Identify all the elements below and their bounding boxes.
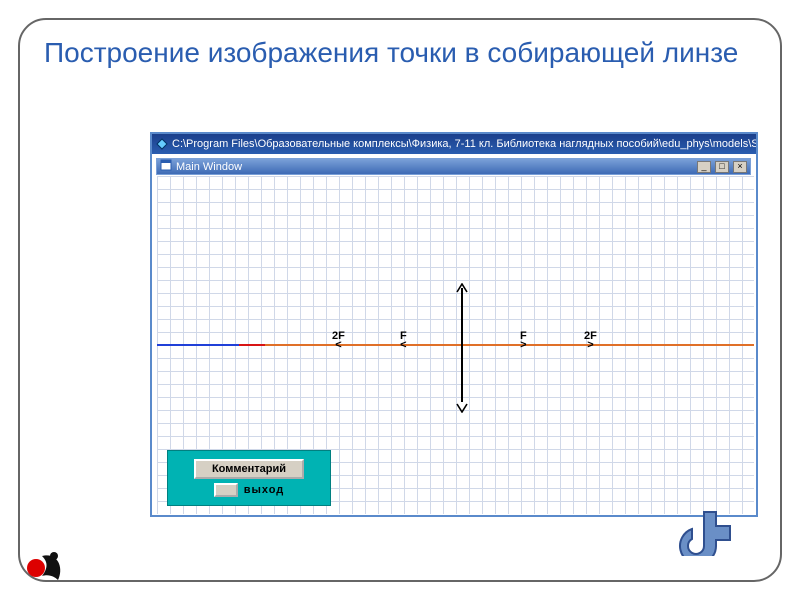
comment-button[interactable]: Комментарий <box>194 459 304 479</box>
close-button[interactable]: × <box>733 161 747 173</box>
minimize-button[interactable]: _ <box>697 161 711 173</box>
app-icon <box>156 138 168 150</box>
lens-arrow-up-icon <box>456 280 468 290</box>
lens-line[interactable] <box>461 288 463 402</box>
exit-label: выход <box>244 484 285 496</box>
control-panel: Комментарий выход <box>167 450 331 506</box>
slide: Построение изображения точки в собирающе… <box>0 0 800 600</box>
app-window: C:\Program Files\Образовательные комплек… <box>150 132 758 517</box>
sub-window-titlebar: Main Window _ □ × <box>156 158 751 175</box>
label-f-right: F > <box>520 330 527 348</box>
return-icon[interactable] <box>678 504 740 556</box>
sub-window-title: Main Window <box>176 161 242 173</box>
sub-window: Main Window _ □ × <box>156 158 751 175</box>
exit-row: выход <box>214 483 285 497</box>
exit-button[interactable] <box>214 483 238 497</box>
label-2f-left: 2F < <box>332 330 345 348</box>
slide-title: Построение изображения точки в собирающе… <box>44 36 756 70</box>
axis-segment-blue <box>157 344 239 346</box>
label-f-left: F < <box>400 330 407 348</box>
sub-window-icon <box>160 159 172 174</box>
logo-icon <box>24 546 68 590</box>
lens-arrow-down-icon <box>456 400 468 410</box>
slide-frame: Построение изображения точки в собирающе… <box>18 18 782 582</box>
maximize-button[interactable]: □ <box>715 161 729 173</box>
app-titlebar-text: C:\Program Files\Образовательные комплек… <box>172 138 756 150</box>
axis-segment-red <box>239 344 265 346</box>
lens-canvas[interactable]: 2F < F < F > 2F > <box>157 176 754 514</box>
app-titlebar: C:\Program Files\Образовательные комплек… <box>152 134 756 154</box>
label-2f-right: 2F > <box>584 330 597 348</box>
